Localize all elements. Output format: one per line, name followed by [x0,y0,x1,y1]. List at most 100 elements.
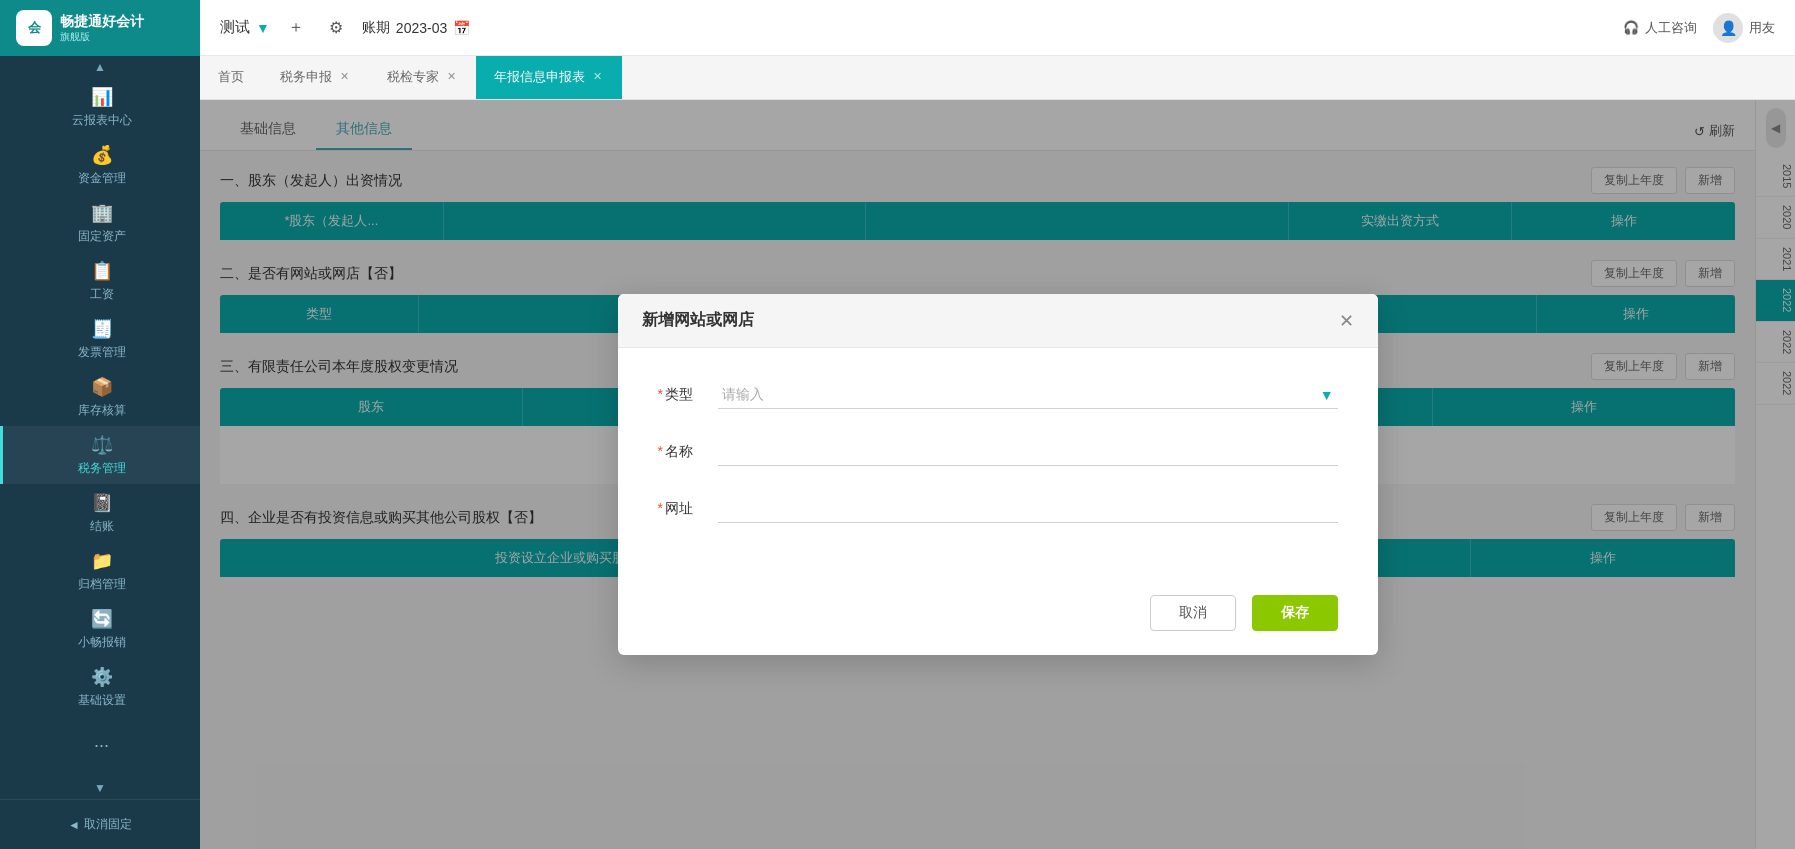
form-field-type: *类型 ▼ [658,380,1338,409]
page-content: 基础信息 其他信息 ↺ 刷新 一、股东（发起人） [200,100,1795,849]
sidebar-scroll-down[interactable]: ▼ [0,777,200,799]
sidebar-item-label-archive: 归档管理 [78,576,126,593]
tab-tax-check-close[interactable]: ✕ [445,68,458,85]
topbar-actions: ＋ ⚙ [282,14,350,42]
sidebar-item-archive[interactable]: 📁 归档管理 [0,542,200,600]
dialog-overlay: 新增网站或网店 ✕ *类型 ▼ [200,100,1795,849]
cancel-button[interactable]: 取消 [1150,595,1236,631]
sidebar-item-tax[interactable]: ⚖️ 税务管理 [0,426,200,484]
sidebar-item-label-fixed-assets: 固定资产 [78,228,126,245]
accounting-icon: 📓 [91,492,113,514]
tab-home[interactable]: 首页 [200,56,262,99]
sidebar-item-fixed-assets[interactable]: 🏢 固定资产 [0,194,200,252]
logo-badge: 旗舰版 [60,30,144,44]
logo-text-block: 畅捷通好会计 旗舰版 [60,12,144,44]
main-area: 测试 ▼ ＋ ⚙ 账期 2023-03 📅 🎧 人工咨询 👤 用友 首页 [200,0,1795,849]
headset-icon: 🎧 [1623,20,1639,35]
form-control-type: ▼ [718,380,1338,409]
sidebar-item-invoice[interactable]: 🧾 发票管理 [0,310,200,368]
tab-tax-check[interactable]: 税检专家 ✕ [369,56,476,99]
tab-annual-report-close[interactable]: ✕ [591,68,604,85]
sidebar-item-label-inventory: 库存核算 [78,402,126,419]
dialog-close-button[interactable]: ✕ [1339,312,1354,330]
tab-tax-report-close[interactable]: ✕ [338,68,351,85]
tax-icon: ⚖️ [91,434,113,456]
collapse-arrow-icon: ◄ [68,818,80,832]
basic-settings-icon: ⚙️ [91,666,113,688]
user-menu[interactable]: 👤 用友 [1713,13,1775,43]
topbar-right: 🎧 人工咨询 👤 用友 [1623,13,1775,43]
form-label-type: *类型 [658,386,718,404]
sidebar-item-label-invoice: 发票管理 [78,344,126,361]
form-control-name [718,437,1338,466]
xiaochang-icon: 🔄 [91,608,113,630]
name-input[interactable] [718,437,1338,466]
sidebar-item-payroll[interactable]: 📋 工资 [0,252,200,310]
collapse-label: 取消固定 [84,816,132,833]
sidebar-item-label-fund: 资金管理 [78,170,126,187]
type-input[interactable] [718,380,1338,409]
form-field-name: *名称 [658,437,1338,466]
cloud-report-icon: 📊 [91,86,113,108]
tab-tax-report-label: 税务申报 [280,68,332,86]
tab-home-label: 首页 [218,68,244,86]
tab-tax-report[interactable]: 税务申报 ✕ [262,56,369,99]
fund-icon: 💰 [91,144,113,166]
period-value: 2023-03 [396,20,447,36]
support-label: 人工咨询 [1645,19,1697,37]
required-mark-url: * [658,500,663,516]
payroll-icon: 📋 [91,260,113,282]
support-button[interactable]: 🎧 人工咨询 [1623,19,1697,37]
topbar: 测试 ▼ ＋ ⚙ 账期 2023-03 📅 🎧 人工咨询 👤 用友 [200,0,1795,56]
sidebar-item-label-payroll: 工资 [90,286,114,303]
fixed-assets-icon: 🏢 [91,202,113,224]
tabs-bar: 首页 税务申报 ✕ 税检专家 ✕ 年报信息申报表 ✕ [200,56,1795,100]
tab-tax-check-label: 税检专家 [387,68,439,86]
dialog-add-website: 新增网站或网店 ✕ *类型 ▼ [618,294,1378,655]
form-control-url [718,494,1338,523]
tab-annual-report[interactable]: 年报信息申报表 ✕ [476,56,622,99]
sidebar-item-cloud-report[interactable]: 📊 云报表中心 [0,78,200,136]
sidebar-item-label-tax: 税务管理 [78,460,126,477]
sidebar: 会 畅捷通好会计 旗舰版 ▲ 📊 云报表中心 💰 资金管理 🏢 固定资产 📋 工… [0,0,200,849]
sidebar-collapse-button[interactable]: ◄ 取消固定 [62,810,138,839]
sidebar-item-xiaochang[interactable]: 🔄 小畅报销 [0,600,200,658]
company-name: 测试 [220,18,250,37]
dialog-footer: 取消 保存 [618,579,1378,655]
sidebar-item-label-accounting: 结账 [90,518,114,535]
required-mark-name: * [658,443,663,459]
company-dropdown-icon: ▼ [256,20,270,36]
company-selector[interactable]: 测试 ▼ [220,18,270,37]
user-name: 用友 [1749,19,1775,37]
logo-text: 畅捷通好会计 [60,12,144,30]
sidebar-item-label-basic-settings: 基础设置 [78,692,126,709]
form-label-name: *名称 [658,443,718,461]
logo-icon: 会 [16,10,52,46]
sidebar-item-more[interactable]: ··· [0,716,200,774]
archive-icon: 📁 [91,550,113,572]
tab-annual-report-label: 年报信息申报表 [494,68,585,86]
inventory-icon: 📦 [91,376,113,398]
url-input[interactable] [718,494,1338,523]
sidebar-item-inventory[interactable]: 📦 库存核算 [0,368,200,426]
sidebar-scroll-up[interactable]: ▲ [0,56,200,78]
sidebar-item-accounting[interactable]: 📓 结账 [0,484,200,542]
dialog-title: 新增网站或网店 [642,310,754,331]
sidebar-item-label-cloud-report: 云报表中心 [72,112,132,129]
sidebar-bottom: ◄ 取消固定 [0,799,200,849]
period-label: 账期 [362,19,390,37]
settings-button[interactable]: ⚙ [322,14,350,42]
sidebar-logo: 会 畅捷通好会计 旗舰版 [0,0,200,56]
period-info: 账期 2023-03 📅 [362,19,470,37]
save-button[interactable]: 保存 [1252,595,1338,631]
dialog-body: *类型 ▼ *名称 [618,348,1378,579]
invoice-icon: 🧾 [91,318,113,340]
sidebar-item-fund[interactable]: 💰 资金管理 [0,136,200,194]
more-icon: ··· [94,735,109,756]
calendar-icon[interactable]: 📅 [453,20,470,36]
form-field-url: *网址 [658,494,1338,523]
sidebar-item-basic-settings[interactable]: ⚙️ 基础设置 [0,658,200,716]
sidebar-items: 📊 云报表中心 💰 资金管理 🏢 固定资产 📋 工资 🧾 发票管理 📦 库存核算… [0,78,200,777]
add-button[interactable]: ＋ [282,14,310,42]
dialog-header: 新增网站或网店 ✕ [618,294,1378,348]
